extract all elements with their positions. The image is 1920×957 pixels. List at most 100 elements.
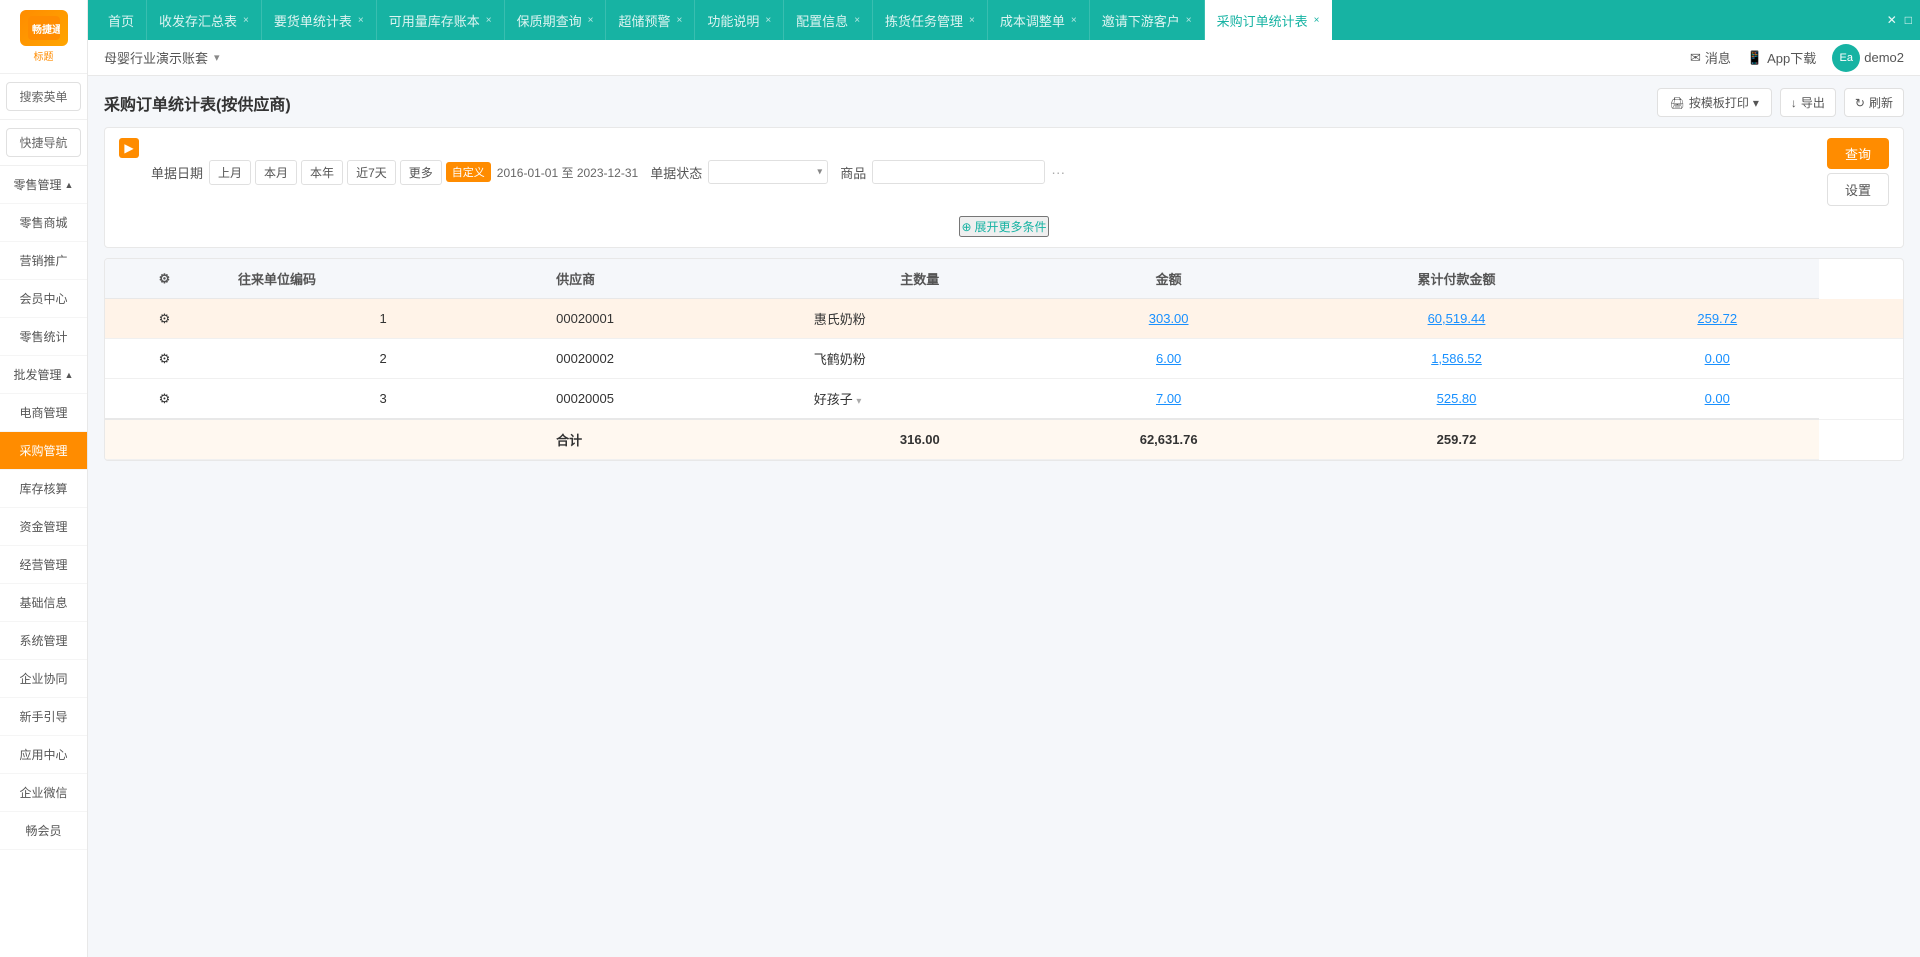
table-row[interactable]: ⚙ 2 00020002 飞鹤奶粉 6.00 1,586.52 0.00: [105, 339, 1903, 379]
table-row[interactable]: ⚙ 1 00020001 惠氏奶粉 303.00 60,519.44 259.7…: [105, 299, 1903, 339]
filter-actions: 查询 设置: [1827, 138, 1889, 206]
tab-purchase-stat[interactable]: 采购订单统计表×: [1205, 0, 1333, 40]
sidebar-item-purchase[interactable]: 采购管理: [0, 432, 87, 470]
window-actions: ✕ □: [1887, 13, 1912, 27]
col-extra: [1616, 259, 1819, 299]
username: demo2: [1864, 50, 1904, 65]
app-download-button[interactable]: 📱 App下载: [1747, 48, 1816, 67]
search-menu-button[interactable]: 搜索英单: [6, 82, 81, 111]
row-gear[interactable]: ⚙: [105, 339, 224, 379]
tab-close-order-stat[interactable]: ×: [358, 15, 364, 26]
this-month-btn[interactable]: 本月: [255, 160, 297, 185]
sidebar-item-inventory[interactable]: 库存核算: [0, 470, 87, 508]
quick-nav-button[interactable]: 快捷导航: [6, 128, 81, 157]
tab-close-expiry[interactable]: ×: [588, 15, 594, 26]
tab-config[interactable]: 配置信息 ×: [784, 0, 873, 40]
status-label: 单据状态: [650, 163, 702, 182]
tab-close-invite-down[interactable]: ×: [1186, 15, 1192, 26]
tab-close-recv-send[interactable]: ×: [243, 15, 249, 26]
tab-expiry[interactable]: 保质期查询 ×: [505, 0, 607, 40]
svg-text:畅捷通: 畅捷通: [32, 23, 60, 36]
sidebar-item-corp[interactable]: 企业协同: [0, 660, 87, 698]
user-profile[interactable]: Ea demo2: [1832, 44, 1904, 72]
tab-func-desc[interactable]: 功能说明 ×: [695, 0, 784, 40]
tab-overstock[interactable]: 超储预警×: [606, 0, 695, 40]
data-table-container: ⚙ 往来单位编码 供应商 主数量 金额 累计付款金额 ⚙ 1 00020001 …: [104, 258, 1904, 461]
sidebar-item-finance[interactable]: 资金管理: [0, 508, 87, 546]
tab-recv-send[interactable]: 收发存汇总表 ×: [147, 0, 262, 40]
search-button[interactable]: 查询: [1827, 138, 1889, 169]
table-header: ⚙ 往来单位编码 供应商 主数量 金额 累计付款金额: [105, 259, 1903, 299]
summary-gear: [105, 419, 224, 460]
export-button[interactable]: ↓ 导出: [1780, 88, 1836, 117]
expand-more-button[interactable]: ⊕ 展开更多条件: [959, 216, 1048, 237]
filter-toggle-button[interactable]: ▶: [119, 138, 139, 158]
settings-button[interactable]: 设置: [1827, 173, 1889, 206]
sidebar-item-vip[interactable]: 畅会员: [0, 812, 87, 850]
sidebar-item-system[interactable]: 系统管理: [0, 622, 87, 660]
sidebar-item-marketing[interactable]: 营销推广: [0, 242, 87, 280]
tab-label-expiry: 保质期查询: [517, 11, 582, 30]
tab-label-config: 配置信息: [796, 11, 848, 30]
sidebar-item-retail[interactable]: 零售管理▲: [0, 166, 87, 204]
sidebar-item-members[interactable]: 会员中心: [0, 280, 87, 318]
col-amount: 金额: [1040, 259, 1298, 299]
sidebar-item-basic[interactable]: 基础信息: [0, 584, 87, 622]
tab-close-config[interactable]: ×: [854, 15, 860, 26]
quick-nav-area[interactable]: 快捷导航: [0, 120, 87, 166]
tab-label-recv-send: 收发存汇总表: [159, 11, 237, 30]
gear-icon[interactable]: ⚙: [159, 271, 171, 286]
sidebar-item-ops[interactable]: 经营管理: [0, 546, 87, 584]
tab-order-stat[interactable]: 要货单统计表×: [262, 0, 377, 40]
tab-cost-adj[interactable]: 成本调整单×: [988, 0, 1090, 40]
row-extra: [1819, 339, 1903, 379]
col-gear: ⚙: [105, 259, 224, 299]
sidebar-item-newbie[interactable]: 新手引导: [0, 698, 87, 736]
app-download-label: App下载: [1767, 48, 1816, 67]
avatar: Ea: [1832, 44, 1860, 72]
table-row[interactable]: ⚙ 3 00020005 好孩子 ▾ 7.00 525.80 0.00: [105, 379, 1903, 420]
status-select[interactable]: [708, 160, 828, 184]
tab-home[interactable]: 首页: [96, 0, 147, 40]
row-paid: 0.00: [1616, 379, 1819, 420]
search-area[interactable]: 搜索英单: [0, 74, 87, 120]
tab-close-cost-adj[interactable]: ×: [1071, 15, 1077, 26]
tab-close-overstock[interactable]: ×: [676, 15, 682, 26]
sidebar-item-retail-mall[interactable]: 零售商城: [0, 204, 87, 242]
tab-pick-task[interactable]: 拣货任务管理×: [873, 0, 988, 40]
print-button[interactable]: 🖨 按模板打印 ▾: [1657, 88, 1772, 117]
col-code: 往来单位编码: [224, 259, 542, 299]
row-code: 00020005: [542, 379, 800, 420]
workspace-selector[interactable]: 母婴行业演示账套 ▾: [104, 48, 220, 67]
maximize-window-button[interactable]: □: [1905, 13, 1912, 27]
sidebar-item-appstore[interactable]: 应用中心: [0, 736, 87, 774]
sidebar-item-wholesale[interactable]: 批发管理▲: [0, 356, 87, 394]
more-date-btn[interactable]: 更多: [400, 160, 442, 185]
summary-text: 合计: [542, 419, 800, 460]
sidebar-item-retail-stat[interactable]: 零售统计: [0, 318, 87, 356]
tab-avail-inv[interactable]: 可用量库存账本×: [377, 0, 505, 40]
status-select-wrap: [708, 160, 828, 184]
tab-close-pick-task[interactable]: ×: [969, 15, 975, 26]
row-num: 1: [224, 299, 542, 339]
tab-close-func-desc[interactable]: ×: [765, 15, 771, 26]
goods-input[interactable]: [872, 160, 1045, 184]
refresh-button[interactable]: ↻ 刷新: [1844, 88, 1904, 117]
row-gear[interactable]: ⚙: [105, 299, 224, 339]
this-year-btn[interactable]: 本年: [301, 160, 343, 185]
sidebar-item-wechat[interactable]: 企业微信: [0, 774, 87, 812]
goods-more-icon[interactable]: ···: [1051, 164, 1065, 180]
sidebar-item-ecom[interactable]: 电商管理: [0, 394, 87, 432]
tab-invite-down[interactable]: 邀请下游客户×: [1090, 0, 1205, 40]
tab-close-purchase-stat[interactable]: ×: [1314, 15, 1320, 26]
arrow-icon: ▲: [65, 370, 74, 380]
sidebar: 畅捷通 标题 搜索英单 快捷导航 零售管理▲零售商城营销推广会员中心零售统计批发…: [0, 0, 88, 957]
last-month-btn[interactable]: 上月: [209, 160, 251, 185]
tab-label-func-desc: 功能说明: [707, 11, 759, 30]
tab-close-avail-inv[interactable]: ×: [486, 15, 492, 26]
last-7-days-btn[interactable]: 近7天: [347, 160, 396, 185]
close-window-button[interactable]: ✕: [1887, 13, 1897, 27]
message-button[interactable]: ✉ 消息: [1690, 48, 1731, 67]
header-right: ✉ 消息 📱 App下载 Ea demo2: [1690, 44, 1904, 72]
row-gear[interactable]: ⚙: [105, 379, 224, 420]
